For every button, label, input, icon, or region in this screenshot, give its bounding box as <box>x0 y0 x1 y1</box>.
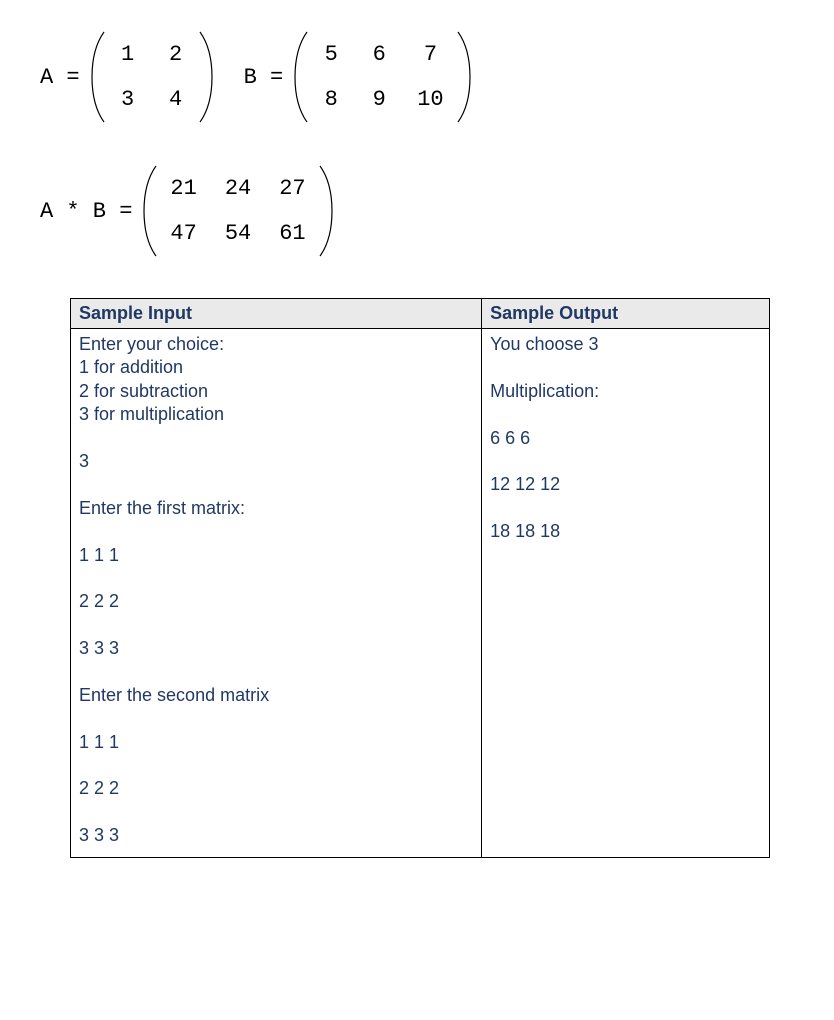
sample-io-table: Sample Input Sample Output Enter your ch… <box>70 298 770 858</box>
left-paren-icon <box>142 164 160 258</box>
label-AB: A * B = <box>40 199 132 224</box>
right-paren-icon <box>316 164 334 258</box>
matrix-AB: 21 24 27 47 54 61 <box>142 164 333 258</box>
matrix-cell: 27 <box>279 176 305 201</box>
sample-input-cell: Enter your choice: 1 for addition 2 for … <box>71 329 482 858</box>
matrix-A-body: 1 2 3 4 <box>108 30 196 124</box>
matrix-cell: 6 <box>369 42 389 67</box>
math-section: A = 1 2 3 4 B = 5 6 7 8 <box>40 30 794 258</box>
matrix-AB-body: 21 24 27 47 54 61 <box>160 164 315 258</box>
matrix-cell: 21 <box>170 176 196 201</box>
matrix-cell: 4 <box>166 87 186 112</box>
sample-input-text: Enter your choice: 1 for addition 2 for … <box>79 333 473 848</box>
matrix-cell: 2 <box>166 42 186 67</box>
matrix-cell: 7 <box>420 42 440 67</box>
table-header-row: Sample Input Sample Output <box>71 299 770 329</box>
left-paren-icon <box>293 30 311 124</box>
matrix-A: 1 2 3 4 <box>90 30 214 124</box>
header-sample-input: Sample Input <box>71 299 482 329</box>
sample-output-text: You choose 3 Multiplication: 6 6 6 12 12… <box>490 333 761 544</box>
matrix-cell: 1 <box>118 42 138 67</box>
matrix-cell: 8 <box>321 87 341 112</box>
matrix-cell: 24 <box>225 176 251 201</box>
matrix-cell: 9 <box>369 87 389 112</box>
matrix-B: 5 6 7 8 9 10 <box>293 30 471 124</box>
left-paren-icon <box>90 30 108 124</box>
matrix-cell: 54 <box>225 221 251 246</box>
sample-output-cell: You choose 3 Multiplication: 6 6 6 12 12… <box>482 329 770 858</box>
right-paren-icon <box>196 30 214 124</box>
matrix-cell: 3 <box>118 87 138 112</box>
matrix-cell: 47 <box>170 221 196 246</box>
equation-row-ab: A = 1 2 3 4 B = 5 6 7 8 <box>40 30 794 124</box>
label-A: A = <box>40 65 80 90</box>
matrix-B-body: 5 6 7 8 9 10 <box>311 30 453 124</box>
matrix-cell: 5 <box>321 42 341 67</box>
table-body-row: Enter your choice: 1 for addition 2 for … <box>71 329 770 858</box>
matrix-cell: 61 <box>279 221 305 246</box>
right-paren-icon <box>454 30 472 124</box>
label-B: B = <box>244 65 284 90</box>
header-sample-output: Sample Output <box>482 299 770 329</box>
equation-row-product: A * B = 21 24 27 47 54 61 <box>40 164 794 258</box>
matrix-cell: 10 <box>417 87 443 112</box>
